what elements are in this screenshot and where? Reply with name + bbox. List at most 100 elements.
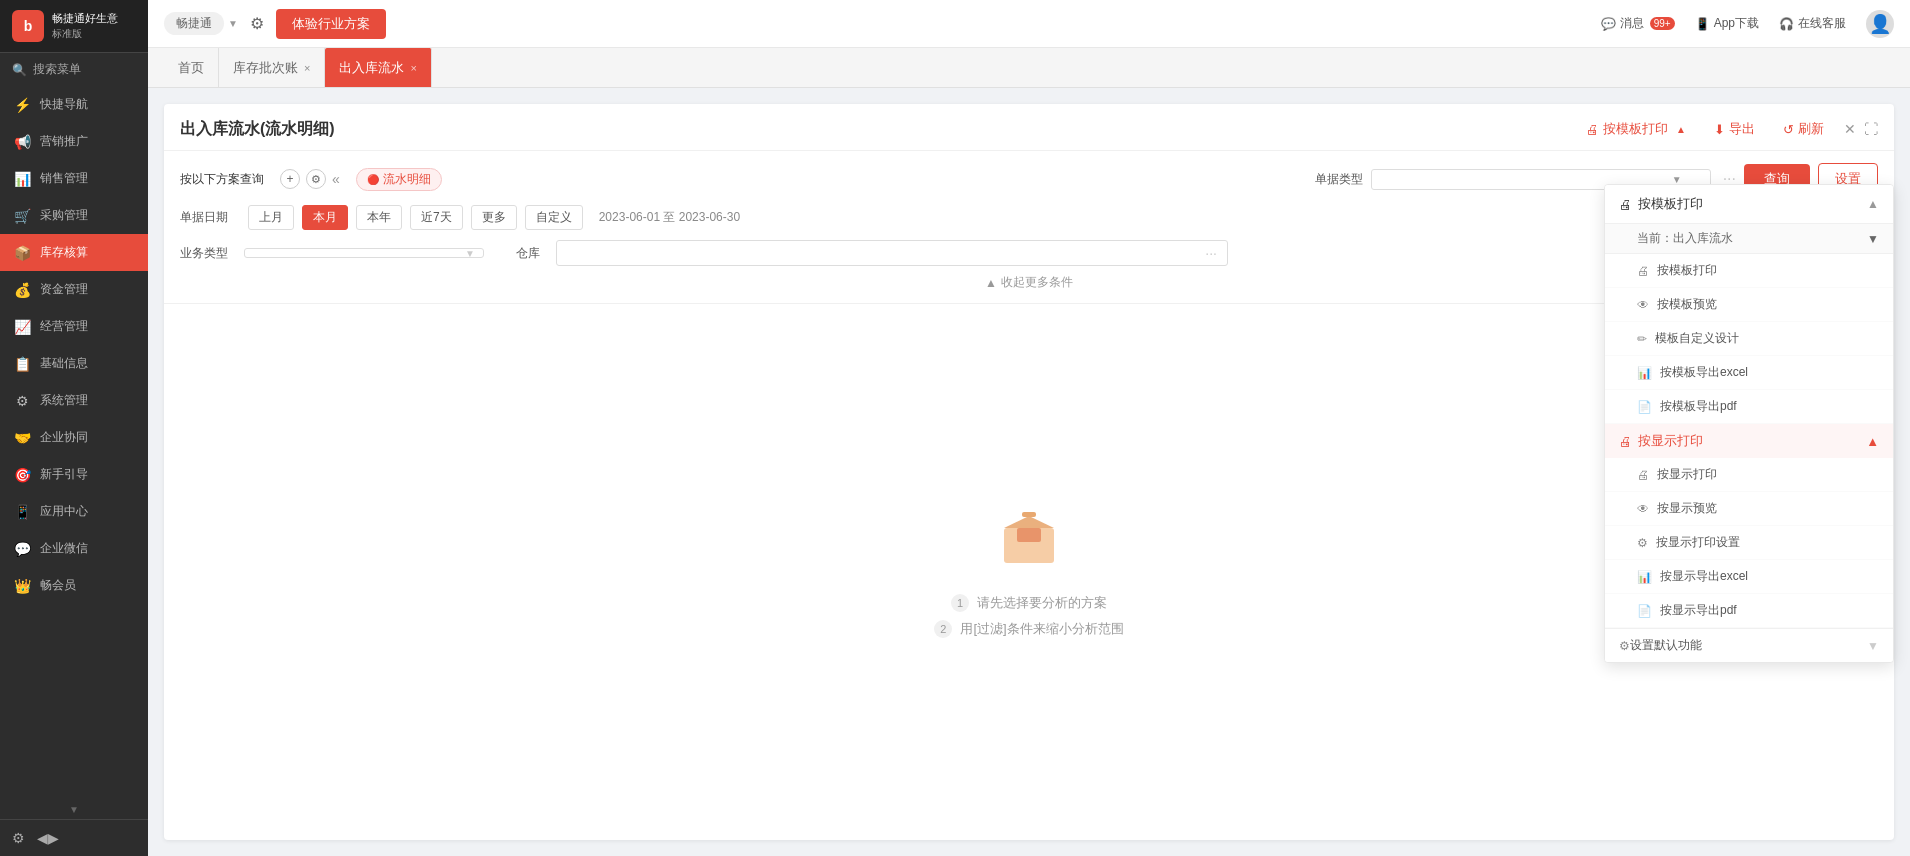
date-more-btn[interactable]: 更多 [471, 205, 517, 230]
dropdown-item-display-settings[interactable]: ⚙ 按显示打印设置 [1605, 526, 1893, 560]
filter-tag-label: 流水明细 [383, 171, 431, 188]
customer-service-label: 在线客服 [1798, 15, 1846, 32]
sidebar-item-enterprise[interactable]: 🤝 企业协同 [0, 419, 148, 456]
sidebar-search[interactable]: 🔍 搜索菜单 [0, 53, 148, 86]
operations-icon: 📈 [12, 319, 32, 335]
display-pdf-label: 按显示导出pdf [1660, 602, 1737, 619]
tab-batch-close[interactable]: × [304, 62, 310, 74]
dropdown-item-display-preview[interactable]: 👁 按显示预览 [1605, 492, 1893, 526]
sidebar-item-system[interactable]: ⚙ 系统管理 [0, 382, 148, 419]
sidebar-item-purchase[interactable]: 🛒 采购管理 [0, 197, 148, 234]
tab-batch-account[interactable]: 库存批次账 × [219, 48, 325, 87]
sidebar-item-vip[interactable]: 👑 畅会员 [0, 567, 148, 604]
tabs-bar: 首页 库存批次账 × 出入库流水 × [148, 48, 1910, 88]
date-this-year-btn[interactable]: 本年 [356, 205, 402, 230]
quick-nav-icon: ⚡ [12, 97, 32, 113]
tab-flow-label: 出入库流水 [339, 59, 404, 77]
date-custom-btn[interactable]: 自定义 [525, 205, 583, 230]
dropdown-item-template-design[interactable]: ✏ 模板自定义设计 [1605, 322, 1893, 356]
date-label: 单据日期 [180, 209, 240, 226]
dropdown-display-section[interactable]: 🖨 按显示打印 ▲ [1605, 424, 1893, 458]
sidebar-item-marketing[interactable]: 📢 营销推广 [0, 123, 148, 160]
template-pdf-icon: 📄 [1637, 400, 1652, 414]
dropdown-print-icon: 🖨 [1619, 197, 1632, 212]
customer-service-btn[interactable]: 🎧 在线客服 [1779, 15, 1846, 32]
dropdown-current-template[interactable]: 当前：出入库流水 ▼ [1605, 224, 1893, 254]
app-version: 标准版 [52, 27, 118, 41]
user-dropdown-icon[interactable]: ▼ [228, 18, 238, 29]
dropdown-header-left: 🖨 按模板打印 [1619, 195, 1703, 213]
refresh-btn[interactable]: ↺ 刷新 [1775, 116, 1832, 142]
collapse-sidebar-btn[interactable]: ◀▶ [37, 830, 59, 846]
warehouse-more-icon[interactable]: ··· [1205, 245, 1217, 261]
trial-button[interactable]: 体验行业方案 [276, 9, 386, 39]
avatar[interactable]: 👤 [1866, 10, 1894, 38]
sidebar-item-base-info[interactable]: 📋 基础信息 [0, 345, 148, 382]
sidebar-item-label: 销售管理 [40, 170, 88, 187]
sidebar-item-label: 应用中心 [40, 503, 88, 520]
message-btn[interactable]: 💬 消息 99+ [1601, 15, 1675, 32]
avatar-icon: 👤 [1869, 13, 1891, 35]
doc-type-label: 单据类型 [1315, 171, 1363, 188]
dropdown-item-template-preview[interactable]: 👁 按模板预览 [1605, 288, 1893, 322]
dropdown-item-template-excel[interactable]: 📊 按模板导出excel [1605, 356, 1893, 390]
display-pdf-icon: 📄 [1637, 604, 1652, 618]
dropdown-footer[interactable]: ⚙ 设置默认功能 ▼ [1605, 628, 1893, 662]
app-center-icon: 📱 [12, 504, 32, 520]
dropdown-item-template-pdf[interactable]: 📄 按模板导出pdf [1605, 390, 1893, 424]
sidebar-item-wechat[interactable]: 💬 企业微信 [0, 530, 148, 567]
tab-in-out-flow[interactable]: 出入库流水 × [325, 48, 431, 87]
print-template-btn[interactable]: 🖨 按模板打印 ▲ [1578, 116, 1694, 142]
dropdown-collapse-icon[interactable]: ▲ [1867, 197, 1879, 211]
maximize-window-btn[interactable]: ⛶ [1864, 121, 1878, 137]
date-7days-btn[interactable]: 近7天 [410, 205, 463, 230]
sidebar-item-operations[interactable]: 📈 经营管理 [0, 308, 148, 345]
app-download-label: App下载 [1714, 15, 1759, 32]
sidebar-item-guide[interactable]: 🎯 新手引导 [0, 456, 148, 493]
app-download-btn[interactable]: 📱 App下载 [1695, 15, 1759, 32]
dropdown-item-display-print[interactable]: 🖨 按显示打印 [1605, 458, 1893, 492]
sidebar-item-inventory[interactable]: 📦 库存核算 [0, 234, 148, 271]
vip-icon: 👑 [12, 578, 32, 594]
dropdown-item-template-print[interactable]: 🖨 按模板打印 [1605, 254, 1893, 288]
sidebar-search-label: 搜索菜单 [33, 61, 81, 78]
empty-icon [989, 498, 1069, 578]
topbar: 畅捷通 ▼ ⚙ 体验行业方案 💬 消息 99+ 📱 App下载 🎧 在线客服 👤 [148, 0, 1910, 48]
date-last-month-btn[interactable]: 上月 [248, 205, 294, 230]
tab-flow-close[interactable]: × [410, 62, 416, 74]
logo-icon: b [12, 10, 44, 42]
sidebar-item-app-center[interactable]: 📱 应用中心 [0, 493, 148, 530]
scroll-indicator[interactable]: ▼ [0, 800, 148, 819]
filter-settings-icon[interactable]: ⚙ [306, 169, 326, 189]
sidebar-nav: ⚡ 快捷导航 📢 营销推广 📊 销售管理 🛒 采购管理 📦 库存核算 💰 资金管… [0, 86, 148, 800]
sidebar-item-finance[interactable]: 💰 资金管理 [0, 271, 148, 308]
warehouse-input[interactable]: ··· [556, 240, 1228, 266]
topbar-gear-icon[interactable]: ⚙ [250, 14, 264, 33]
sidebar-item-quick-nav[interactable]: ⚡ 快捷导航 [0, 86, 148, 123]
base-info-icon: 📋 [12, 356, 32, 372]
filter-label: 按以下方案查询 [180, 171, 264, 188]
dropdown-item-display-excel[interactable]: 📊 按显示导出excel [1605, 560, 1893, 594]
date-this-month-btn[interactable]: 本月 [302, 205, 348, 230]
display-excel-icon: 📊 [1637, 570, 1652, 584]
template-design-icon: ✏ [1637, 332, 1647, 346]
date-range-text: 2023-06-01 至 2023-06-30 [599, 209, 740, 226]
sales-icon: 📊 [12, 171, 32, 187]
settings-footer-btn[interactable]: ⚙ [12, 830, 25, 846]
sidebar-footer: ⚙ ◀▶ [0, 819, 148, 856]
dropdown-item-display-pdf[interactable]: 📄 按显示导出pdf [1605, 594, 1893, 628]
dropdown-header: 🖨 按模板打印 ▲ [1605, 185, 1893, 224]
business-type-input[interactable]: ▼ [244, 248, 484, 258]
wechat-icon: 💬 [12, 541, 32, 557]
filter-collapse-btn[interactable]: « [332, 171, 340, 187]
export-btn[interactable]: ⬇ 导出 [1706, 116, 1763, 142]
display-settings-icon: ⚙ [1637, 536, 1648, 550]
filter-tag[interactable]: 🔴 流水明细 [356, 168, 442, 191]
display-section-left: 🖨 按显示打印 [1619, 432, 1703, 450]
filter-add-btn[interactable]: + [280, 169, 300, 189]
sidebar-item-sales[interactable]: 📊 销售管理 [0, 160, 148, 197]
tab-home[interactable]: 首页 [164, 48, 219, 87]
close-window-btn[interactable]: ✕ [1844, 121, 1856, 137]
username-display[interactable]: 畅捷通 [164, 12, 224, 35]
display-section-label: 按显示打印 [1638, 432, 1703, 450]
